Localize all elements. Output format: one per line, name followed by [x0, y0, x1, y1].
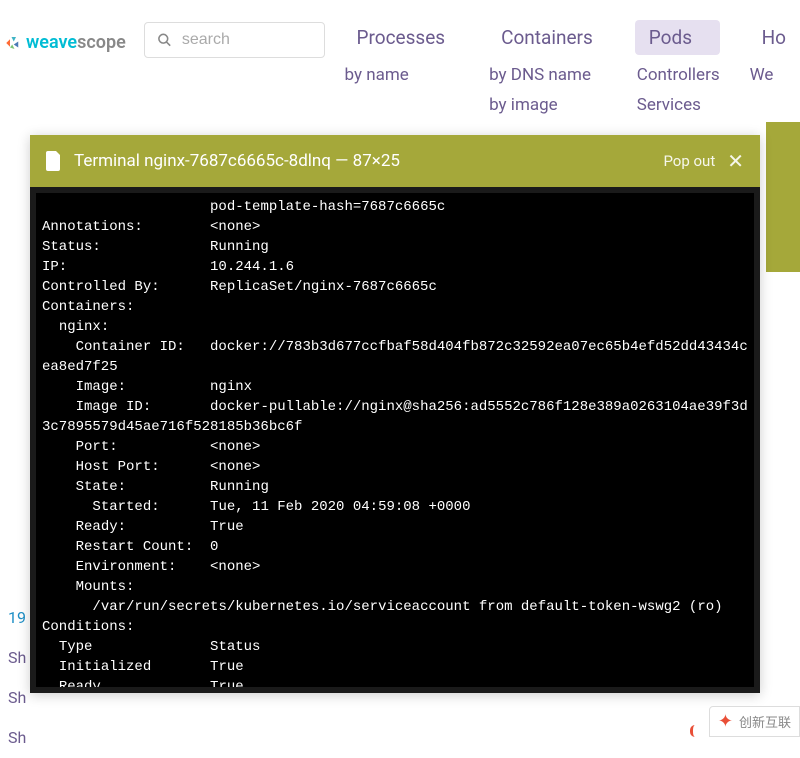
nav-containers-byimage[interactable]: by image [487, 95, 607, 115]
logo-scope-text: scope [77, 32, 126, 53]
terminal-line: Restart Count: 0 [42, 537, 748, 557]
nav-processes[interactable]: Processes [343, 20, 460, 55]
nav-pods-controllers[interactable]: Controllers [635, 65, 720, 85]
bg-sh-2: Sh [8, 678, 26, 718]
terminal-header: Terminal nginx-7687c6665c-8dlnq — 87×25 … [30, 135, 760, 187]
watermark: ✦ 创新互联 [709, 706, 800, 737]
terminal-line: Type Status [42, 637, 748, 657]
logo: weavescope [4, 32, 126, 53]
terminal-line: Port: <none> [42, 437, 748, 457]
terminal-modal: Terminal nginx-7687c6665c-8dlnq — 87×25 … [30, 135, 760, 693]
logo-weave-text: weave [26, 32, 77, 53]
background-left-text: 19 Sh Sh Sh [8, 598, 26, 758]
nav-pods-services[interactable]: Services [635, 95, 720, 115]
nav-pods[interactable]: Pods [635, 20, 720, 55]
search-input[interactable] [182, 31, 312, 49]
terminal-line: Status: Running [42, 237, 748, 257]
bg-sh-3: Sh [8, 718, 26, 758]
side-panel-sliver [766, 122, 800, 272]
terminal-line: Container ID: docker://783b3d677ccfbaf58… [42, 337, 748, 377]
logo-icon [4, 34, 22, 52]
terminal-line: Conditions: [42, 617, 748, 637]
document-icon [46, 151, 62, 171]
terminal-line: Controlled By: ReplicaSet/nginx-7687c666… [42, 277, 748, 297]
popout-button[interactable]: Pop out [663, 152, 715, 170]
bg-number: 19 [8, 608, 26, 627]
nav-containers[interactable]: Containers [487, 20, 607, 55]
terminal-line: Image: nginx [42, 377, 748, 397]
terminal-line: Annotations: <none> [42, 217, 748, 237]
terminal-line: Ready True [42, 677, 748, 687]
bg-sh-1: Sh [8, 638, 26, 678]
watermark-star-icon: ✦ [718, 711, 733, 732]
nav-processes-byname[interactable]: by name [343, 65, 460, 85]
terminal-line: Image ID: docker-pullable://nginx@sha256… [42, 397, 748, 437]
terminal-line: Containers: [42, 297, 748, 317]
terminal-line: pod-template-hash=7687c6665c [42, 197, 748, 217]
nav: Processes by name Containers by DNS name… [343, 20, 800, 115]
watermark-accent [690, 725, 700, 737]
close-icon[interactable]: ✕ [727, 149, 744, 173]
terminal-line: nginx: [42, 317, 748, 337]
terminal-line: Initialized True [42, 657, 748, 677]
terminal-line: Environment: <none> [42, 557, 748, 577]
terminal-title: Terminal nginx-7687c6665c-8dlnq — 87×25 [74, 151, 651, 171]
terminal-line: Host Port: <none> [42, 457, 748, 477]
terminal-line: Mounts: [42, 577, 748, 597]
terminal-line: /var/run/secrets/kubernetes.io/serviceac… [42, 597, 748, 617]
nav-hosts-weave[interactable]: We [748, 65, 800, 85]
nav-hosts[interactable]: Ho [748, 20, 800, 55]
terminal-line: IP: 10.244.1.6 [42, 257, 748, 277]
watermark-text: 创新互联 [739, 712, 791, 731]
terminal-line: Ready: True [42, 517, 748, 537]
terminal-line: State: Running [42, 477, 748, 497]
nav-containers-bydns[interactable]: by DNS name [487, 65, 607, 85]
terminal-line: Started: Tue, 11 Feb 2020 04:59:08 +0000 [42, 497, 748, 517]
search-icon [157, 31, 172, 49]
search-box[interactable] [144, 22, 325, 58]
terminal-output[interactable]: pod-template-hash=7687c6665cAnnotations:… [36, 193, 754, 687]
